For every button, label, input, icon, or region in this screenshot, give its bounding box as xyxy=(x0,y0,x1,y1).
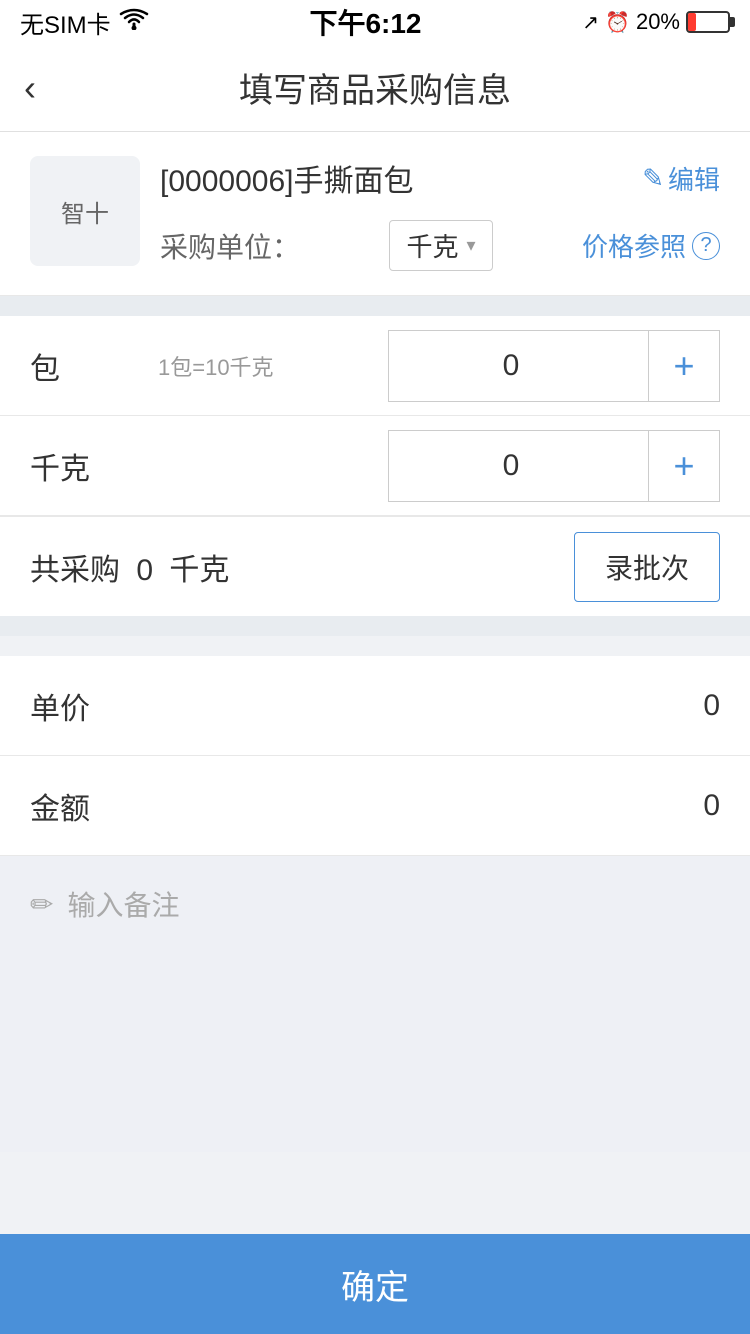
status-left: 无SIM卡 xyxy=(20,5,149,40)
unit-price-value: 0 xyxy=(703,689,720,723)
kg-label: 千克 xyxy=(30,444,150,488)
nav-bar: ‹ 填写商品采购信息 xyxy=(0,44,750,132)
bao-label: 包 xyxy=(30,344,150,388)
bottom-area: 确定 xyxy=(0,1234,750,1334)
product-name-row: [0000006]手撕面包 ✎ 编辑 xyxy=(160,156,720,200)
confirm-button[interactable]: 确定 xyxy=(0,1234,750,1334)
kg-plus-button[interactable]: + xyxy=(648,430,720,502)
alarm-icon: ⏰ xyxy=(605,10,630,35)
summary-prefix: 共采购 xyxy=(30,554,120,587)
summary-quantity: 0 xyxy=(136,554,153,587)
summary-text: 共采购 0 千克 xyxy=(30,545,229,589)
kg-input-right: + xyxy=(388,430,720,502)
product-info: [0000006]手撕面包 ✎ 编辑 采购单位： 千克 ▾ 价格参照 ? xyxy=(160,156,720,271)
product-name: [0000006]手撕面包 xyxy=(160,156,413,200)
edit-button[interactable]: ✎ 编辑 xyxy=(642,160,720,197)
spacer xyxy=(0,952,750,1152)
amount-label: 金额 xyxy=(30,784,90,828)
edit-label: 编辑 xyxy=(668,160,720,197)
pencil-icon: ✏ xyxy=(30,888,53,921)
input-section: 包 1包=10千克 + 千克 + 共采购 0 千克 录批次 xyxy=(0,316,750,616)
battery-icon xyxy=(686,11,730,33)
carrier-label: 无SIM卡 xyxy=(20,5,111,40)
status-time: 下午6:12 xyxy=(309,2,421,42)
price-ref-label: 价格参照 xyxy=(582,227,686,264)
status-right: ↗ ⏰ 20% xyxy=(582,9,730,35)
bao-plus-button[interactable]: + xyxy=(648,330,720,402)
info-icon: ? xyxy=(692,232,720,260)
battery-percent: 20% xyxy=(636,9,680,35)
amount-value: 0 xyxy=(703,789,720,823)
summary-suffix: 千克 xyxy=(169,554,229,587)
wifi-icon xyxy=(119,8,149,37)
chevron-down-icon: ▾ xyxy=(466,235,475,256)
product-logo: 智十 xyxy=(30,156,140,266)
purchase-unit-row: 采购单位： 千克 ▾ 价格参照 ? xyxy=(160,220,720,271)
unit-price-label: 单价 xyxy=(30,684,90,728)
logo-text: 智十 xyxy=(61,194,109,229)
page-title: 填写商品采购信息 xyxy=(239,63,511,112)
bao-input-row: 包 1包=10千克 + xyxy=(0,316,750,416)
section-divider-1 xyxy=(0,296,750,316)
edit-icon: ✎ xyxy=(642,163,664,194)
bao-input-right: + xyxy=(388,330,720,402)
kg-input-row: 千克 + xyxy=(0,416,750,516)
summary-row: 共采购 0 千克 录批次 xyxy=(0,516,750,616)
note-section[interactable]: ✏ 输入备注 xyxy=(0,856,750,952)
price-section: 单价 0 金额 0 xyxy=(0,656,750,856)
kg-quantity-input[interactable] xyxy=(388,430,648,502)
amount-row: 金额 0 xyxy=(0,756,750,856)
status-bar: 无SIM卡 下午6:12 ↗ ⏰ 20% xyxy=(0,0,750,44)
unit-price-row: 单价 0 xyxy=(0,656,750,756)
section-divider-2 xyxy=(0,616,750,636)
batch-button[interactable]: 录批次 xyxy=(574,532,720,602)
note-placeholder: 输入备注 xyxy=(67,884,179,924)
unit-value: 千克 xyxy=(406,227,458,264)
bao-quantity-input[interactable] xyxy=(388,330,648,402)
price-ref-button[interactable]: 价格参照 ? xyxy=(582,227,720,264)
bao-sub: 1包=10千克 xyxy=(158,350,274,382)
unit-select[interactable]: 千克 ▾ xyxy=(389,220,492,271)
purchase-unit-label: 采购单位： xyxy=(160,226,300,266)
back-button[interactable]: ‹ xyxy=(24,67,36,109)
gps-icon: ↗ xyxy=(582,10,599,35)
product-card: 智十 [0000006]手撕面包 ✎ 编辑 采购单位： 千克 ▾ 价格参照 ? xyxy=(0,132,750,296)
